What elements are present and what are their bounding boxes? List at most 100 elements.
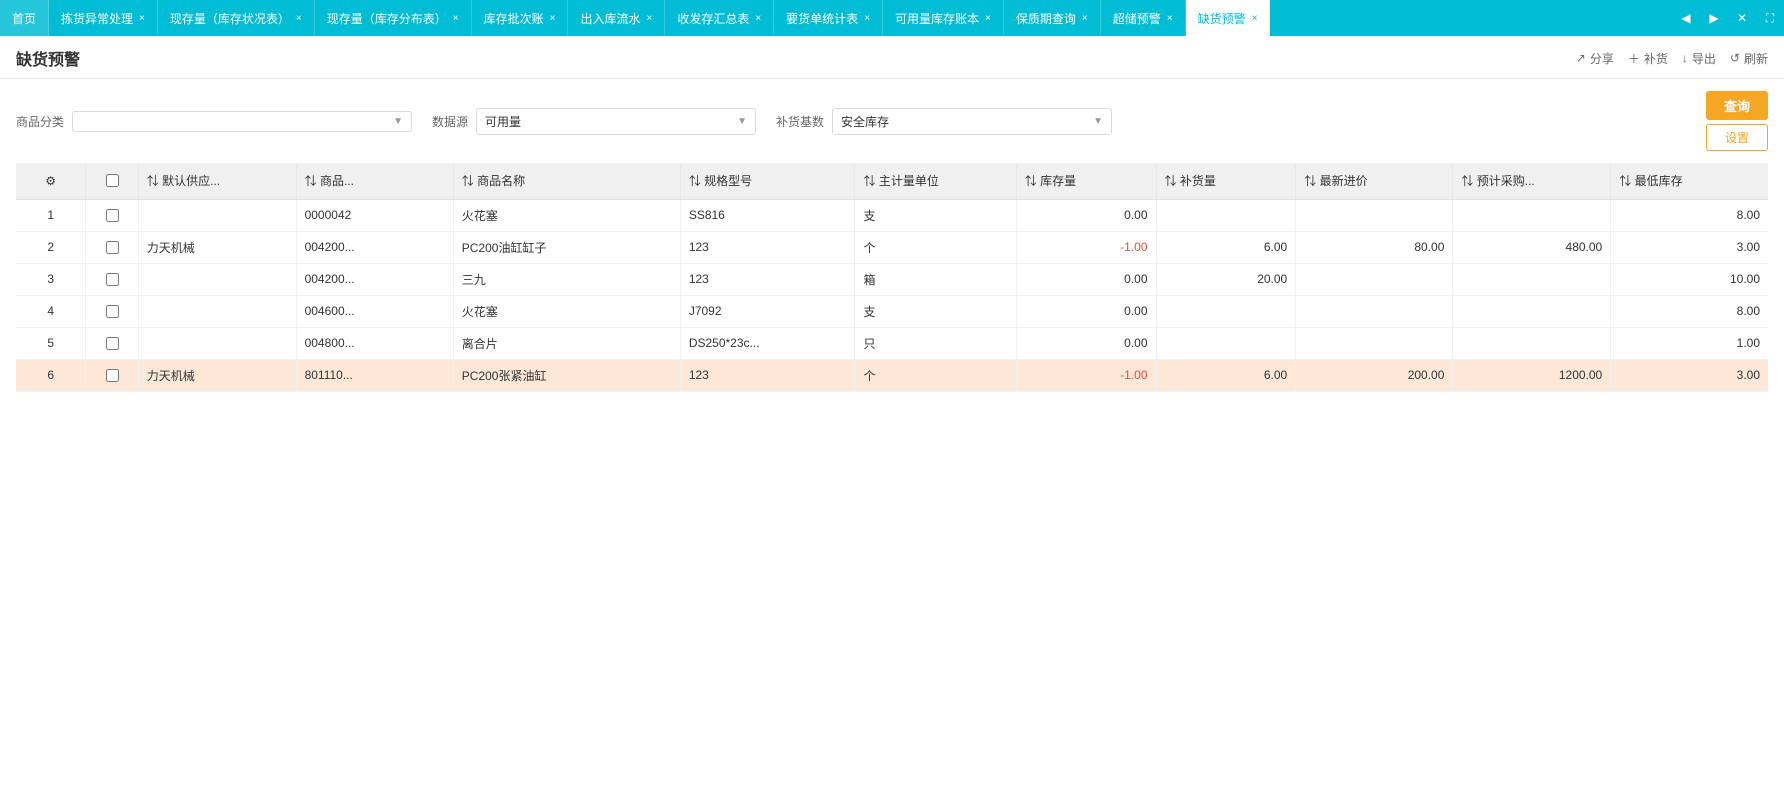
tab-nav-left[interactable]: ◀ xyxy=(1672,0,1700,36)
datasource-chevron-icon: ▼ xyxy=(737,116,747,127)
replenish-icon: ＋ xyxy=(1628,50,1640,67)
tab-close-icon-1[interactable]: × xyxy=(139,13,145,24)
tab-item-5[interactable]: 出入库流水× xyxy=(568,0,665,36)
col-header-min-stock[interactable]: ⇅ 最低库存 xyxy=(1611,163,1768,199)
tab-item-0[interactable]: 首页 xyxy=(0,0,49,36)
page-title: 缺货预警 xyxy=(16,46,80,70)
tab-item-3[interactable]: 现存量（库存分布表）× xyxy=(315,0,472,36)
col-header-replenish[interactable]: ⇅ 补货量 xyxy=(1156,163,1296,199)
cell-check-1 xyxy=(86,231,138,263)
replenish-button[interactable]: ＋ 补货 xyxy=(1628,50,1668,67)
col-header-unit[interactable]: ⇅ 主计量单位 xyxy=(855,163,1016,199)
tab-item-4[interactable]: 库存批次账× xyxy=(472,0,569,36)
col-header-spec[interactable]: ⇅ 规格型号 xyxy=(680,163,855,199)
cell-stock-5: -1.00 xyxy=(1016,359,1156,391)
tab-close-all[interactable]: ✕ xyxy=(1728,0,1756,36)
cell-spec-5: 123 xyxy=(680,359,855,391)
col-header-name[interactable]: ⇅ 商品名称 xyxy=(453,163,680,199)
cell-min-stock-0: 8.00 xyxy=(1611,199,1768,231)
gear-icon[interactable]: ⚙ xyxy=(24,174,77,188)
setting-button[interactable]: 设置 xyxy=(1706,124,1768,151)
col-header-supplier[interactable]: ⇅ 默认供应... xyxy=(138,163,296,199)
tab-close-icon-7[interactable]: × xyxy=(864,13,870,24)
tab-close-icon-6[interactable]: × xyxy=(755,13,761,24)
tab-close-icon-5[interactable]: × xyxy=(646,13,652,24)
row-checkbox-1[interactable] xyxy=(106,241,119,254)
share-button[interactable]: ↗ 分享 xyxy=(1576,50,1614,67)
cell-unit-3: 支 xyxy=(855,295,1016,327)
tab-close-icon-3[interactable]: × xyxy=(453,13,459,24)
filter-actions: 查询 设置 xyxy=(1706,91,1768,151)
row-checkbox-0[interactable] xyxy=(106,209,119,222)
row-checkbox-4[interactable] xyxy=(106,337,119,350)
cell-check-0 xyxy=(86,199,138,231)
cell-code-4: 004800... xyxy=(296,327,453,359)
cell-code-1: 004200... xyxy=(296,231,453,263)
tab-close-icon-9[interactable]: × xyxy=(1082,13,1088,24)
table-header-row: ⚙ ⇅ 默认供应... ⇅ 商品... ⇅ 商品名称 ⇅ xyxy=(16,163,1768,199)
cell-price-0 xyxy=(1296,199,1453,231)
cell-code-3: 004600... xyxy=(296,295,453,327)
tab-close-icon-4[interactable]: × xyxy=(550,13,556,24)
cell-stock-1: -1.00 xyxy=(1016,231,1156,263)
category-chevron-icon: ▼ xyxy=(393,116,403,127)
cell-replenish-0 xyxy=(1156,199,1296,231)
col-header-code[interactable]: ⇅ 商品... xyxy=(296,163,453,199)
tab-item-2[interactable]: 现存量（库存状况表）× xyxy=(158,0,315,36)
replenish-basis-value: 安全库存 xyxy=(841,113,889,130)
cell-check-3 xyxy=(86,295,138,327)
data-table: ⚙ ⇅ 默认供应... ⇅ 商品... ⇅ 商品名称 ⇅ xyxy=(16,163,1768,392)
tab-close-icon-8[interactable]: × xyxy=(985,13,991,24)
datasource-filter-group: 数据源 可用量 ▼ xyxy=(432,108,756,135)
tab-item-6[interactable]: 收发存汇总表× xyxy=(665,0,774,36)
export-button[interactable]: ↓ 导出 xyxy=(1682,50,1716,67)
cell-check-2 xyxy=(86,263,138,295)
col-header-stock[interactable]: ⇅ 库存量 xyxy=(1016,163,1156,199)
table-row: 5 004800... 离合片 DS250*23c... 只 0.00 1.00 xyxy=(16,327,1768,359)
datasource-select-value: 可用量 xyxy=(485,113,521,130)
cell-supplier-5: 力天机械 xyxy=(138,359,296,391)
cell-spec-3: J7092 xyxy=(680,295,855,327)
cell-estimated-0 xyxy=(1453,199,1611,231)
cell-seq-4: 5 xyxy=(16,327,86,359)
tab-item-1[interactable]: 拣货异常处理× xyxy=(49,0,158,36)
cell-price-5: 200.00 xyxy=(1296,359,1453,391)
cell-check-4 xyxy=(86,327,138,359)
row-checkbox-5[interactable] xyxy=(106,369,119,382)
cell-check-5 xyxy=(86,359,138,391)
col-header-estimated[interactable]: ⇅ 预计采购... xyxy=(1453,163,1611,199)
tab-close-icon-2[interactable]: × xyxy=(296,13,302,24)
tab-item-11[interactable]: 缺货预警× xyxy=(1186,0,1271,36)
tab-fullscreen[interactable]: ⛶ xyxy=(1756,0,1784,36)
cell-replenish-3 xyxy=(1156,295,1296,327)
tab-item-10[interactable]: 超储预警× xyxy=(1101,0,1186,36)
tab-close-icon-11[interactable]: × xyxy=(1252,13,1258,24)
tab-item-8[interactable]: 可用量库存账本× xyxy=(883,0,1004,36)
refresh-button[interactable]: ↺ 刷新 xyxy=(1730,50,1768,67)
table-row: 3 004200... 三九 123 箱 0.00 20.00 10.00 xyxy=(16,263,1768,295)
table-row: 6 力天机械 801110... PC200张紧油缸 123 个 -1.00 6… xyxy=(16,359,1768,391)
replenish-basis-select[interactable]: 安全库存 ▼ xyxy=(832,108,1112,135)
cell-spec-4: DS250*23c... xyxy=(680,327,855,359)
tab-nav-right[interactable]: ▶ xyxy=(1700,0,1728,36)
cell-name-3: 火花塞 xyxy=(453,295,680,327)
cell-spec-1: 123 xyxy=(680,231,855,263)
cell-price-4 xyxy=(1296,327,1453,359)
row-checkbox-3[interactable] xyxy=(106,305,119,318)
row-checkbox-2[interactable] xyxy=(106,273,119,286)
cell-supplier-3 xyxy=(138,295,296,327)
main-content: 缺货预警 ↗ 分享 ＋ 补货 ↓ 导出 ↺ 刷新 商品分类 xyxy=(0,36,1784,796)
cell-estimated-1: 480.00 xyxy=(1453,231,1611,263)
select-all-checkbox[interactable] xyxy=(106,174,119,187)
category-select[interactable]: ▼ xyxy=(72,111,412,132)
cell-unit-5: 个 xyxy=(855,359,1016,391)
replenish-basis-label: 补货基数 xyxy=(776,113,824,130)
query-button[interactable]: 查询 xyxy=(1706,91,1768,120)
replenish-basis-chevron-icon: ▼ xyxy=(1093,116,1103,127)
datasource-select[interactable]: 可用量 ▼ xyxy=(476,108,756,135)
refresh-icon: ↺ xyxy=(1730,51,1740,65)
col-header-price[interactable]: ⇅ 最新进价 xyxy=(1296,163,1453,199)
tab-item-9[interactable]: 保质期查询× xyxy=(1004,0,1101,36)
tab-close-icon-10[interactable]: × xyxy=(1167,13,1173,24)
tab-item-7[interactable]: 要货单统计表× xyxy=(774,0,883,36)
